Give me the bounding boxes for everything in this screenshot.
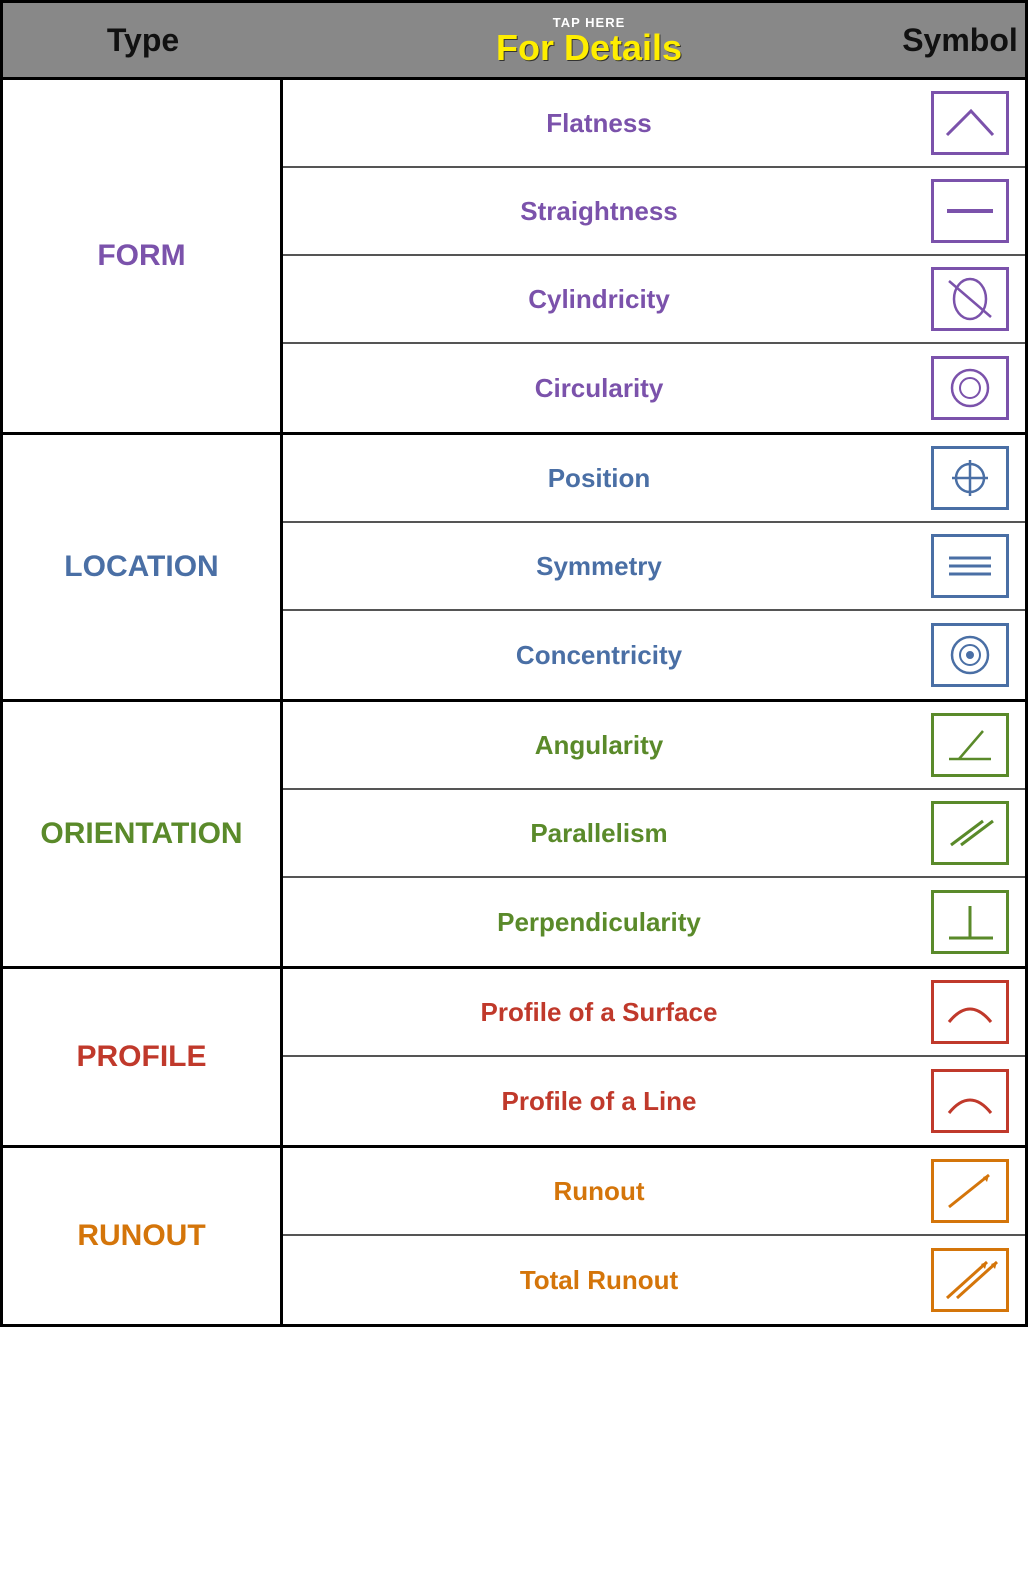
sym-circularity bbox=[915, 348, 1025, 428]
profile-surface-icon bbox=[939, 986, 1001, 1038]
row-cylindricity[interactable]: Cylindricity bbox=[283, 256, 1025, 344]
angularity-icon bbox=[939, 719, 1001, 771]
profile-type-col: PROFILE bbox=[3, 969, 283, 1145]
row-position[interactable]: Position bbox=[283, 435, 1025, 523]
sym-angularity bbox=[915, 705, 1025, 785]
orientation-label: ORIENTATION bbox=[40, 817, 242, 851]
runout-icon bbox=[939, 1165, 1001, 1217]
concentricity-icon bbox=[939, 629, 1001, 681]
orientation-type-col: ORIENTATION bbox=[3, 702, 283, 966]
row-runout[interactable]: Runout bbox=[283, 1148, 1025, 1236]
header-tap-area[interactable]: TAP HERE For Details bbox=[283, 15, 895, 66]
sym-total-runout bbox=[915, 1240, 1025, 1320]
sym-box-cylindricity bbox=[931, 267, 1009, 331]
sym-box-straightness bbox=[931, 179, 1009, 243]
location-rows: Position Symmetry bbox=[283, 435, 1025, 699]
sym-box-profile-line bbox=[931, 1069, 1009, 1133]
cylindricity-icon bbox=[939, 273, 1001, 325]
form-rows: Flatness Straightness Cy bbox=[283, 80, 1025, 432]
for-details-label: For Details bbox=[283, 30, 895, 66]
header-type: Type bbox=[3, 22, 283, 59]
section-location: LOCATION Position Symmetry bbox=[0, 435, 1028, 702]
char-cylindricity: Cylindricity bbox=[283, 274, 915, 325]
sym-symmetry bbox=[915, 526, 1025, 606]
char-total-runout: Total Runout bbox=[283, 1255, 915, 1306]
char-flatness: Flatness bbox=[283, 98, 915, 149]
parallelism-icon bbox=[939, 807, 1001, 859]
runout-rows: Runout Total Runout bbox=[283, 1148, 1025, 1324]
sym-concentricity bbox=[915, 615, 1025, 695]
char-profile-surface: Profile of a Surface bbox=[283, 987, 915, 1038]
total-runout-icon bbox=[939, 1254, 1001, 1306]
circularity-icon bbox=[939, 362, 1001, 414]
sym-box-perpendicularity bbox=[931, 890, 1009, 954]
form-type-col: FORM bbox=[3, 80, 283, 432]
row-profile-line[interactable]: Profile of a Line bbox=[283, 1057, 1025, 1145]
sym-perpendicularity bbox=[915, 882, 1025, 962]
char-parallelism: Parallelism bbox=[283, 808, 915, 859]
location-type-col: LOCATION bbox=[3, 435, 283, 699]
section-form: FORM Flatness Straightness bbox=[0, 80, 1028, 435]
char-profile-line: Profile of a Line bbox=[283, 1076, 915, 1127]
flatness-icon bbox=[939, 97, 1001, 149]
profile-label: PROFILE bbox=[76, 1040, 206, 1074]
orientation-rows: Angularity Parallelism bbox=[283, 702, 1025, 966]
sym-box-concentricity bbox=[931, 623, 1009, 687]
section-profile: PROFILE Profile of a Surface Profile of … bbox=[0, 969, 1028, 1148]
sym-straightness bbox=[915, 171, 1025, 251]
row-concentricity[interactable]: Concentricity bbox=[283, 611, 1025, 699]
profile-line-icon bbox=[939, 1075, 1001, 1127]
row-perpendicularity[interactable]: Perpendicularity bbox=[283, 878, 1025, 966]
sym-box-profile-surface bbox=[931, 980, 1009, 1044]
sym-profile-surface bbox=[915, 972, 1025, 1052]
runout-type-col: RUNOUT bbox=[3, 1148, 283, 1324]
char-angularity: Angularity bbox=[283, 720, 915, 771]
char-runout: Runout bbox=[283, 1166, 915, 1217]
table-header: Type TAP HERE For Details Symbol bbox=[0, 0, 1028, 80]
char-symmetry: Symmetry bbox=[283, 541, 915, 592]
sym-box-runout bbox=[931, 1159, 1009, 1223]
char-straightness: Straightness bbox=[283, 186, 915, 237]
row-straightness[interactable]: Straightness bbox=[283, 168, 1025, 256]
sym-cylindricity bbox=[915, 259, 1025, 339]
sym-box-total-runout bbox=[931, 1248, 1009, 1312]
char-position: Position bbox=[283, 453, 915, 504]
section-runout: RUNOUT Runout Total Runout bbox=[0, 1148, 1028, 1327]
row-parallelism[interactable]: Parallelism bbox=[283, 790, 1025, 878]
sym-box-symmetry bbox=[931, 534, 1009, 598]
profile-rows: Profile of a Surface Profile of a Line bbox=[283, 969, 1025, 1145]
straightness-icon bbox=[939, 185, 1001, 237]
symmetry-icon bbox=[939, 540, 1001, 592]
char-concentricity: Concentricity bbox=[283, 630, 915, 681]
row-profile-surface[interactable]: Profile of a Surface bbox=[283, 969, 1025, 1057]
form-label: FORM bbox=[97, 239, 185, 273]
sym-box-circularity bbox=[931, 356, 1009, 420]
sym-box-parallelism bbox=[931, 801, 1009, 865]
sym-box-angularity bbox=[931, 713, 1009, 777]
runout-label: RUNOUT bbox=[77, 1219, 205, 1253]
perpendicularity-icon bbox=[939, 896, 1001, 948]
row-circularity[interactable]: Circularity bbox=[283, 344, 1025, 432]
section-orientation: ORIENTATION Angularity Parallelism bbox=[0, 702, 1028, 969]
row-flatness[interactable]: Flatness bbox=[283, 80, 1025, 168]
sym-parallelism bbox=[915, 793, 1025, 873]
sym-flatness bbox=[915, 83, 1025, 163]
position-icon bbox=[939, 452, 1001, 504]
char-circularity: Circularity bbox=[283, 363, 915, 414]
row-angularity[interactable]: Angularity bbox=[283, 702, 1025, 790]
char-perpendicularity: Perpendicularity bbox=[283, 897, 915, 948]
header-symbol: Symbol bbox=[895, 22, 1025, 59]
location-label: LOCATION bbox=[64, 550, 218, 584]
row-total-runout[interactable]: Total Runout bbox=[283, 1236, 1025, 1324]
sym-position bbox=[915, 438, 1025, 518]
sym-box-position bbox=[931, 446, 1009, 510]
sym-profile-line bbox=[915, 1061, 1025, 1141]
sym-box-flatness bbox=[931, 91, 1009, 155]
row-symmetry[interactable]: Symmetry bbox=[283, 523, 1025, 611]
sym-runout bbox=[915, 1151, 1025, 1231]
